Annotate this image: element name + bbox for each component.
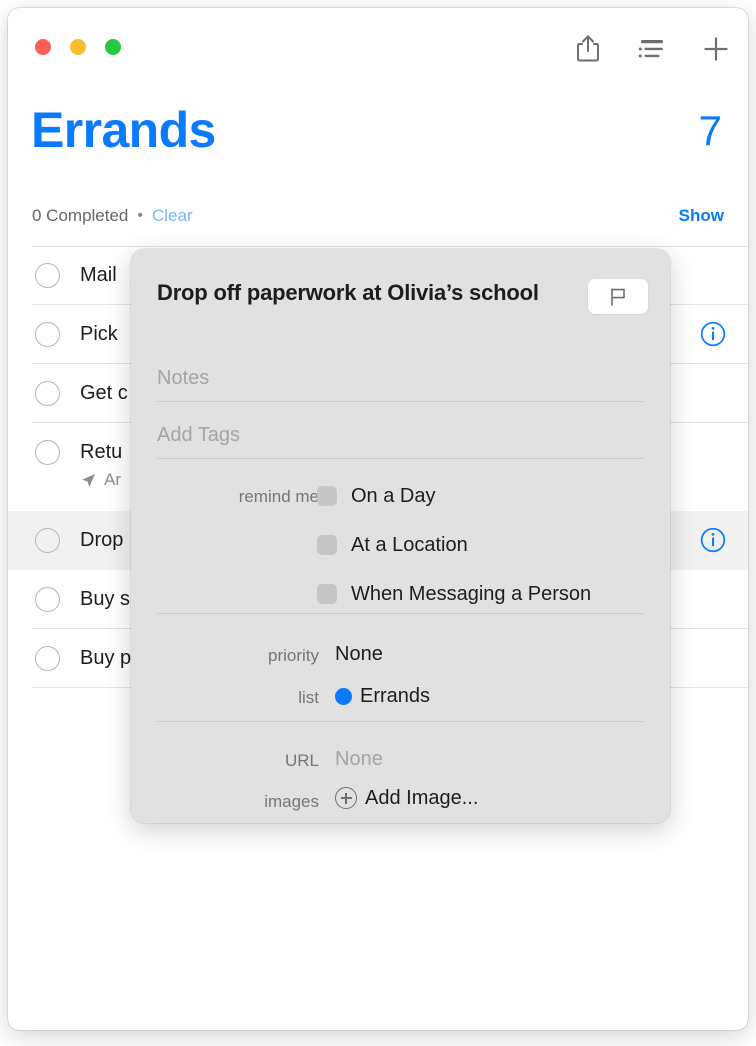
remind-when-messaging-label: When Messaging a Person <box>351 583 592 605</box>
zoom-button[interactable] <box>105 39 121 55</box>
complete-checkbox[interactable] <box>35 528 60 553</box>
complete-checkbox[interactable] <box>35 587 60 612</box>
divider <box>157 721 644 722</box>
divider <box>157 613 644 614</box>
remind-on-a-day-label: On a Day <box>351 485 436 507</box>
remind-when-messaging-checkbox[interactable] <box>317 584 337 604</box>
list-options-icon <box>638 40 663 58</box>
view-options-button[interactable] <box>636 32 668 66</box>
info-circle-icon <box>700 321 726 347</box>
add-image-button[interactable]: Add Image... <box>335 785 478 811</box>
complete-checkbox[interactable] <box>35 322 60 347</box>
notes-field[interactable]: Notes <box>157 364 644 392</box>
complete-checkbox[interactable] <box>35 646 60 671</box>
window-toolbar <box>8 8 748 86</box>
completed-info: 0 Completed • Clear <box>32 204 193 228</box>
reminder-title: Mail <box>80 264 117 286</box>
priority-value[interactable]: None <box>335 641 383 667</box>
reminder-title: Buy s <box>80 588 131 610</box>
remind-on-a-day-checkbox[interactable] <box>317 486 337 506</box>
flag-icon <box>611 287 625 306</box>
new-reminder-button[interactable] <box>700 32 732 66</box>
list-value[interactable]: Errands <box>335 683 430 709</box>
list-header: Errands 7 <box>8 100 748 172</box>
reminder-subtitle-text: Ar <box>104 470 121 489</box>
minimize-button[interactable] <box>70 39 86 55</box>
url-label: URL <box>284 751 319 770</box>
share-icon <box>577 35 599 62</box>
popover-header: Drop off paperwork at Olivia’s school <box>157 276 648 314</box>
complete-checkbox[interactable] <box>35 263 60 288</box>
list-label: list <box>298 688 319 707</box>
divider <box>157 458 644 459</box>
tags-field[interactable]: Add Tags <box>157 421 644 449</box>
remind-on-a-day-row[interactable]: On a Day <box>317 483 435 509</box>
screenshot-root: Errands 7 0 Completed • Clear Show Mail … <box>0 0 756 1046</box>
images-label: images <box>264 792 319 811</box>
add-image-label: Add Image... <box>365 787 479 809</box>
remind-me-label: remind me <box>238 487 319 506</box>
complete-checkbox[interactable] <box>35 381 60 406</box>
share-button[interactable] <box>572 32 604 66</box>
complete-checkbox[interactable] <box>35 440 60 465</box>
divider <box>157 401 644 402</box>
toolbar-actions <box>572 32 732 66</box>
reminders-window: Errands 7 0 Completed • Clear Show Mail … <box>8 8 748 1030</box>
url-value[interactable]: None <box>335 746 383 772</box>
reminder-count: 7 <box>698 107 722 154</box>
reminder-detail-popover: Drop off paperwork at Olivia’s school No… <box>131 249 670 823</box>
remind-at-a-location-row[interactable]: At a Location <box>317 532 468 558</box>
separator-dot: • <box>137 207 143 224</box>
show-completed-button[interactable]: Show <box>679 204 724 228</box>
reminder-title: Retu <box>80 441 123 463</box>
clear-completed-button[interactable]: Clear <box>152 204 193 228</box>
plus-icon <box>704 37 728 61</box>
close-button[interactable] <box>35 39 51 55</box>
list-value-text: Errands <box>360 685 431 707</box>
popover-title: Drop off paperwork at Olivia’s school <box>157 280 539 305</box>
reminder-subtitle: Ar <box>80 469 121 491</box>
location-arrow-icon <box>82 473 95 487</box>
reminder-title: Drop <box>80 529 124 551</box>
plus-circle-icon <box>335 787 357 809</box>
row-divider <box>32 246 748 247</box>
priority-label: priority <box>267 646 319 665</box>
page-title: Errands <box>31 102 216 158</box>
remind-at-a-location-checkbox[interactable] <box>317 535 337 555</box>
reminder-title: Pick <box>80 323 118 345</box>
flag-button[interactable] <box>588 279 648 314</box>
info-circle-icon <box>700 527 726 553</box>
reminder-info-button[interactable] <box>700 321 726 347</box>
remind-at-a-location-label: At a Location <box>351 534 468 556</box>
traffic-lights <box>35 39 121 55</box>
completed-bar: 0 Completed • Clear Show <box>8 204 748 246</box>
list-color-dot <box>335 687 352 705</box>
reminder-title: Buy p <box>80 647 132 669</box>
reminder-info-button[interactable] <box>700 527 726 553</box>
completed-count-label: 0 Completed <box>32 206 129 225</box>
reminder-title: Get c <box>80 382 128 404</box>
remind-when-messaging-row[interactable]: When Messaging a Person <box>317 581 591 607</box>
